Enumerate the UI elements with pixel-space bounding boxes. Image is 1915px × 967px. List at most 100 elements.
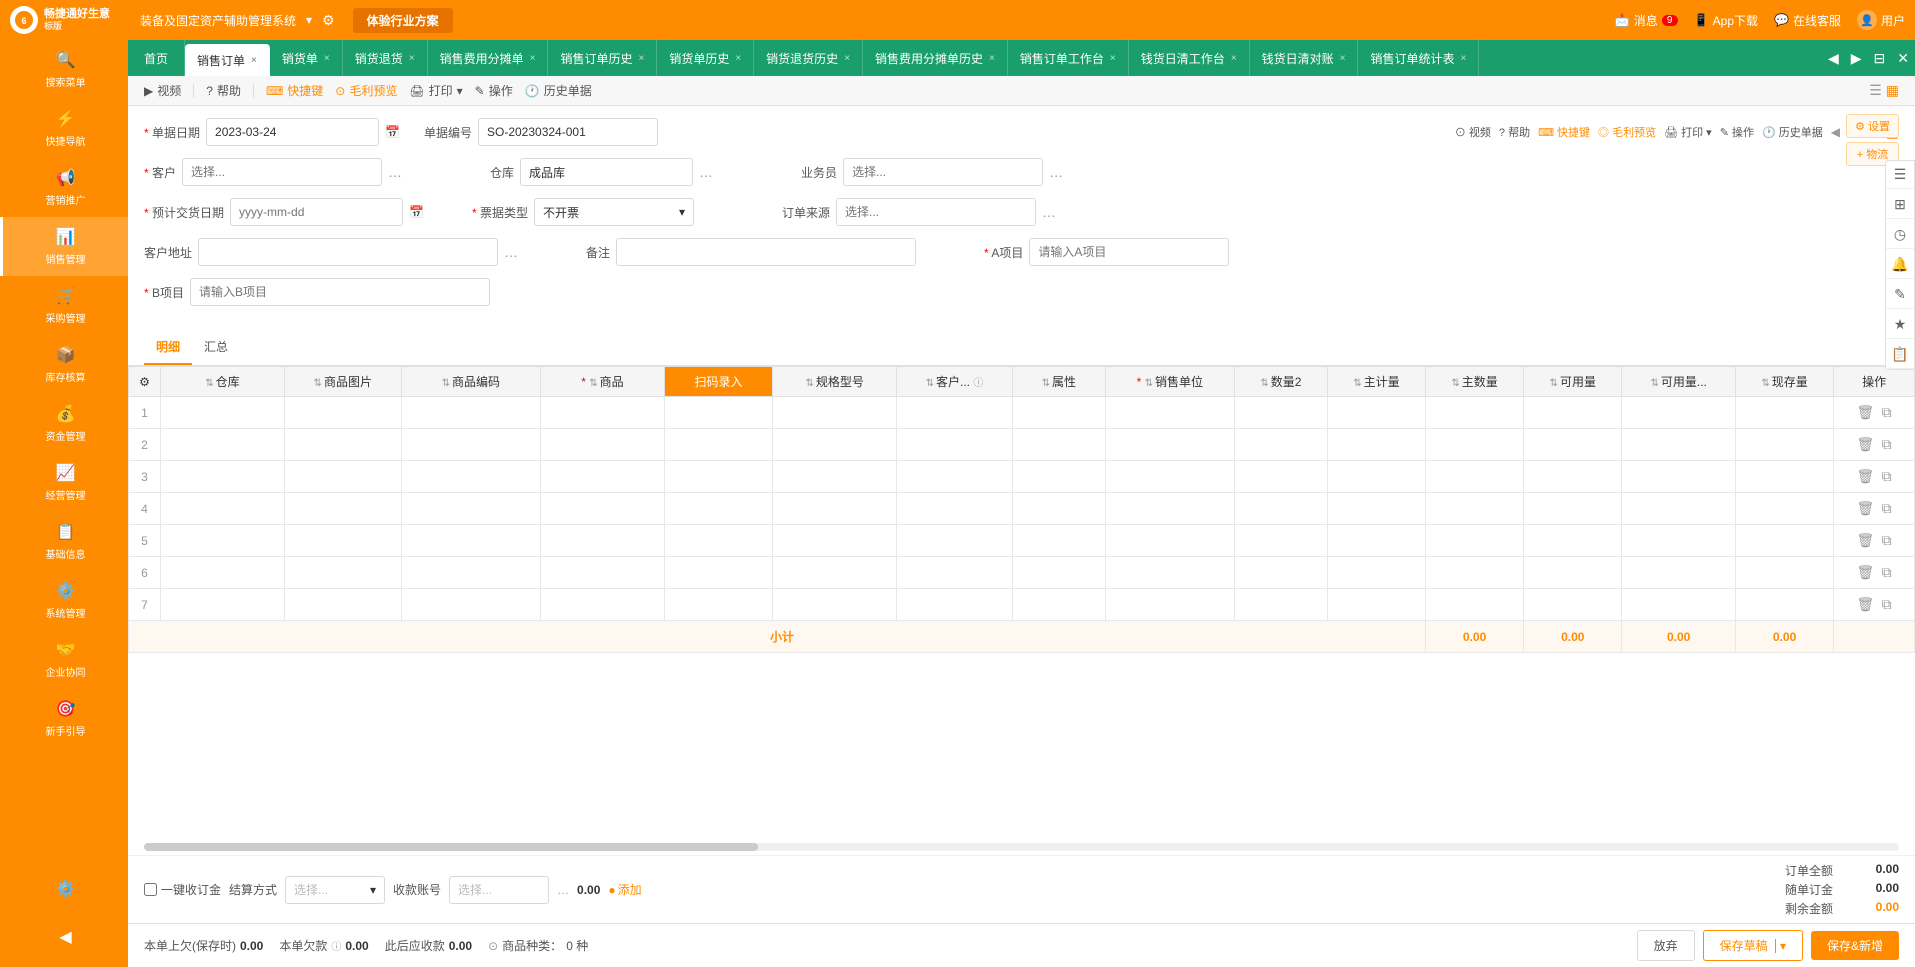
row-avail-2[interactable] [1524,429,1622,461]
row-main-unit-7[interactable] [1327,589,1425,621]
row-qty2-3[interactable] [1234,461,1327,493]
row-unit-6[interactable] [1105,557,1234,589]
sidebar-item-库存核算[interactable]: 📦库存核算 [0,335,128,394]
tab-1[interactable]: 销售订单× [185,44,270,76]
print-icon2[interactable]: 🖨 打印 ▾ [1664,124,1712,140]
online-service-item[interactable]: 💬 在线客服 [1774,12,1841,29]
app-download-item[interactable]: 📱 App下载 [1694,12,1758,29]
tab-prev-arrow[interactable]: ◀ [1822,50,1845,67]
row-product-2[interactable] [540,429,664,461]
tab-close-4[interactable]: × [530,53,536,64]
row-stock-5[interactable] [1736,525,1834,557]
row-copy-7[interactable]: ⧉ [1880,594,1894,615]
order-source-input[interactable] [836,198,1036,226]
row-attr-5[interactable] [1012,525,1105,557]
tab-close-3[interactable]: × [409,53,415,64]
row-main-qty-2[interactable] [1426,429,1524,461]
col-product-header[interactable]: ⇅商品 [540,367,664,397]
row-unit-2[interactable] [1105,429,1234,461]
row-qty2-5[interactable] [1234,525,1327,557]
row-qty2-4[interactable] [1234,493,1327,525]
sidebar-item-销售管理[interactable]: 📊销售管理 [0,217,128,276]
row-avail-6[interactable] [1524,557,1622,589]
row-copy-4[interactable]: ⧉ [1880,498,1894,519]
row-qty2-2[interactable] [1234,429,1327,461]
row-main-qty-3[interactable] [1426,461,1524,493]
system-dropdown-icon[interactable]: ▾ [306,13,312,27]
row-delete-1[interactable]: 🗑 [1855,402,1877,423]
row-unit-4[interactable] [1105,493,1234,525]
col-avail2-header[interactable]: ⇅可用量... [1622,367,1736,397]
row-product-7[interactable] [540,589,664,621]
invoice-select[interactable]: 不开票 ▾ [534,198,694,226]
row-customer-7[interactable] [897,589,1013,621]
save-draft-button[interactable]: 保存草稿 ▾ [1703,930,1803,961]
col-unit-header[interactable]: ⇅销售单位 [1105,367,1234,397]
address-input[interactable] [198,238,498,266]
tab-3[interactable]: 销货退货× [343,40,428,76]
row-avail2-2[interactable] [1622,429,1736,461]
row-avail-7[interactable] [1524,589,1622,621]
save-draft-dropdown[interactable]: ▾ [1775,939,1786,953]
sidebar-item-资金管理[interactable]: 💰资金管理 [0,394,128,453]
delivery-calendar-icon[interactable]: 📅 [409,205,424,219]
row-warehouse-6[interactable] [161,557,285,589]
tab-2[interactable]: 销货单× [270,40,343,76]
row-unit-1[interactable] [1105,397,1234,429]
sidebar-item-系统管理[interactable]: ⚙️系统管理 [0,571,128,630]
settings-btn[interactable]: ⚙ 设置 [1846,114,1899,138]
history-icon2[interactable]: 🕐 历史单据 [1762,124,1823,140]
tab-close-icon[interactable]: ✕ [1891,50,1915,67]
list-view-icon[interactable]: ☰ [1869,82,1882,99]
right-panel-btn1[interactable]: ☰ [1886,161,1914,189]
col-code-header[interactable]: ⇅商品编码 [401,367,540,397]
row-unit-7[interactable] [1105,589,1234,621]
right-panel-btn2[interactable]: ⊞ [1886,191,1914,219]
row-scan-2[interactable] [664,429,772,461]
row-delete-6[interactable]: 🗑 [1855,562,1877,583]
sidebar-item-新手引导[interactable]: 🎯新手引导 [0,689,128,748]
ops-icon2[interactable]: ✎ 操作 [1720,124,1754,140]
row-code-5[interactable] [401,525,540,557]
row-stock-3[interactable] [1736,461,1834,493]
sidebar-item-搜索菜单[interactable]: 🔍搜索菜单 [0,40,128,99]
row-scan-4[interactable] [664,493,772,525]
customer-ellipsis[interactable]: … [388,164,402,180]
industry-plan-button[interactable]: 体验行业方案 [353,8,453,33]
table-scrollbar[interactable] [144,843,1899,851]
col-main-qty-header[interactable]: ⇅主数量 [1426,367,1524,397]
sidebar-item-企业协同[interactable]: 🤝企业协同 [0,630,128,689]
settings-icon[interactable]: ⚙ [322,12,335,29]
row-main-qty-6[interactable] [1426,557,1524,589]
warehouse-ellipsis[interactable]: … [699,164,713,180]
row-avail-3[interactable] [1524,461,1622,493]
tab-8[interactable]: 销售费用分摊单历史× [863,40,1008,76]
row-scan-6[interactable] [664,557,772,589]
address-ellipsis[interactable]: … [504,244,518,260]
row-attr-2[interactable] [1012,429,1105,461]
row-delete-3[interactable]: 🗑 [1855,466,1877,487]
tab-10[interactable]: 钱货日清工作台× [1129,40,1250,76]
calendar-icon[interactable]: 📅 [385,125,400,139]
sidebar-item-settings[interactable]: ⚙️ [53,869,76,909]
row-code-4[interactable] [401,493,540,525]
row-main-unit-3[interactable] [1327,461,1425,493]
row-avail-4[interactable] [1524,493,1622,525]
tab-12[interactable]: 销售订单统计表× [1358,40,1479,76]
order-source-ellipsis[interactable]: … [1042,204,1056,220]
row-stock-6[interactable] [1736,557,1834,589]
nav-left-icon[interactable]: ◀ [1831,125,1840,139]
date-input[interactable] [206,118,379,146]
number-input[interactable] [478,118,658,146]
print-dropdown-icon[interactable]: ▾ [457,84,463,98]
row-main-unit-5[interactable] [1327,525,1425,557]
col-image-header[interactable]: ⇅商品图片 [284,367,401,397]
tab-close-2[interactable]: × [324,53,330,64]
row-spec-7[interactable] [773,589,897,621]
staff-ellipsis[interactable]: … [1049,164,1063,180]
row-scan-1[interactable] [664,397,772,429]
toolbar-print[interactable]: 🖨 打印 ▾ [409,82,462,99]
tab-close-8[interactable]: × [989,53,995,64]
sidebar-item-经营管理[interactable]: 📈经营管理 [0,453,128,512]
delivery-input[interactable] [230,198,403,226]
